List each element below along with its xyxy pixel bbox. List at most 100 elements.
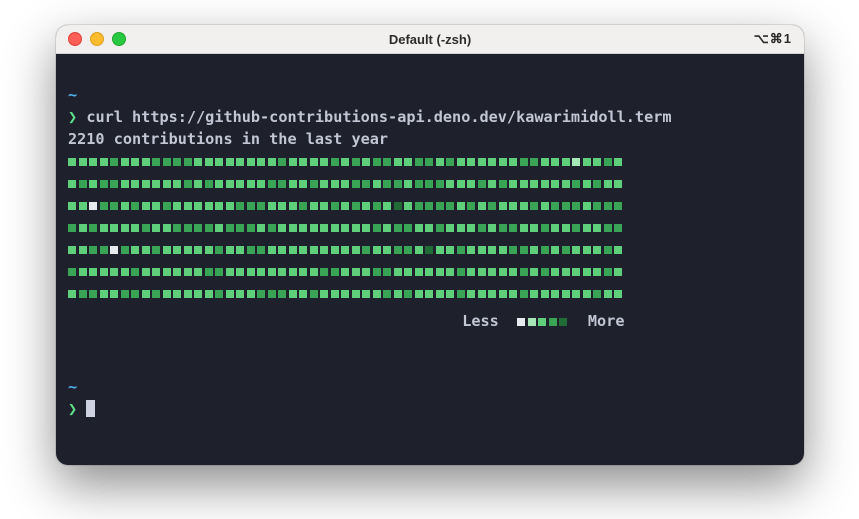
heatmap-cell (614, 290, 622, 298)
heatmap-cell (121, 290, 129, 298)
heatmap-cell (394, 290, 402, 298)
heatmap-cell (289, 246, 297, 254)
heatmap-cell (173, 180, 181, 188)
heatmap-cell (362, 202, 370, 210)
heatmap-cell (152, 202, 160, 210)
heatmap-cell (79, 224, 87, 232)
heatmap-cell (572, 180, 580, 188)
heatmap-cell (341, 158, 349, 166)
heatmap-cell (362, 290, 370, 298)
heatmap-cell (541, 224, 549, 232)
heatmap-cell (226, 202, 234, 210)
heatmap-cell (520, 202, 528, 210)
heatmap-cell (520, 290, 528, 298)
heatmap-cell (551, 290, 559, 298)
heatmap-cell (583, 180, 591, 188)
heatmap-cell (541, 268, 549, 276)
heatmap-cell (320, 246, 328, 254)
heatmap-cell (163, 268, 171, 276)
heatmap-cell (404, 268, 412, 276)
heatmap-cell (478, 224, 486, 232)
heatmap-cell (320, 268, 328, 276)
heatmap-cell (278, 202, 286, 210)
heatmap-cell (268, 290, 276, 298)
heatmap-row (68, 282, 792, 304)
heatmap-cell (551, 246, 559, 254)
heatmap-cell (310, 158, 318, 166)
heatmap-cell (436, 246, 444, 254)
heatmap-cell (100, 202, 108, 210)
heatmap-cell (205, 290, 213, 298)
heatmap-cell (257, 268, 265, 276)
heatmap-cell (467, 180, 475, 188)
heatmap-cell (457, 158, 465, 166)
output-summary: 2210 contributions in the last year (68, 130, 388, 148)
heatmap-cell (257, 224, 265, 232)
heatmap-cell (478, 158, 486, 166)
heatmap-cell (121, 246, 129, 254)
heatmap-cell (278, 158, 286, 166)
heatmap-cell (446, 268, 454, 276)
heatmap-cell (583, 224, 591, 232)
heatmap-cell (89, 180, 97, 188)
heatmap-cell (583, 202, 591, 210)
heatmap-cell (331, 202, 339, 210)
heatmap-cell (320, 180, 328, 188)
terminal-body[interactable]: ~ ❯ curl https://github-contributions-ap… (56, 54, 804, 465)
heatmap-cell (194, 268, 202, 276)
heatmap-cell (173, 268, 181, 276)
heatmap-cell (163, 246, 171, 254)
heatmap-cell (352, 268, 360, 276)
heatmap-cell (373, 202, 381, 210)
heatmap-cell (68, 290, 76, 298)
heatmap-cell (79, 158, 87, 166)
heatmap-cell (362, 246, 370, 254)
heatmap-cell (509, 268, 517, 276)
heatmap-cell (499, 180, 507, 188)
heatmap-cell (436, 202, 444, 210)
heatmap-cell (436, 224, 444, 232)
heatmap-cell (530, 290, 538, 298)
heatmap-cell (499, 202, 507, 210)
heatmap-cell (205, 158, 213, 166)
heatmap-cell (89, 268, 97, 276)
heatmap-cell (163, 158, 171, 166)
heatmap-cell (68, 180, 76, 188)
heatmap-cell (404, 224, 412, 232)
minimize-icon[interactable] (90, 32, 104, 46)
heatmap-cell (110, 246, 118, 254)
heatmap-cell (467, 246, 475, 254)
heatmap-cell (152, 268, 160, 276)
heatmap-cell (100, 180, 108, 188)
heatmap-cell (131, 180, 139, 188)
heatmap-cell (194, 246, 202, 254)
heatmap-cell (268, 268, 276, 276)
heatmap-cell (541, 246, 549, 254)
heatmap-cell (541, 158, 549, 166)
heatmap-cell (604, 202, 612, 210)
terminal-window: Default (-zsh) ⌥⌘1 ~ ❯ curl https://gith… (56, 25, 804, 465)
heatmap-cell (488, 224, 496, 232)
heatmap-cell (467, 224, 475, 232)
heatmap-cell (110, 158, 118, 166)
heatmap-cell (194, 180, 202, 188)
heatmap-cell (299, 158, 307, 166)
heatmap-cell (520, 180, 528, 188)
heatmap-cell (331, 290, 339, 298)
heatmap-cell (551, 224, 559, 232)
heatmap-cell (163, 180, 171, 188)
heatmap-cell (257, 158, 265, 166)
heatmap-cell (488, 246, 496, 254)
heatmap-cell (257, 290, 265, 298)
heatmap-cell (551, 180, 559, 188)
heatmap-cell (131, 268, 139, 276)
close-icon[interactable] (68, 32, 82, 46)
heatmap-cell (184, 202, 192, 210)
heatmap-cell (572, 224, 580, 232)
legend-less: Less (462, 312, 517, 330)
heatmap-cell (205, 268, 213, 276)
heatmap-cell (394, 246, 402, 254)
heatmap-cell (278, 246, 286, 254)
heatmap-cell (436, 180, 444, 188)
zoom-icon[interactable] (112, 32, 126, 46)
